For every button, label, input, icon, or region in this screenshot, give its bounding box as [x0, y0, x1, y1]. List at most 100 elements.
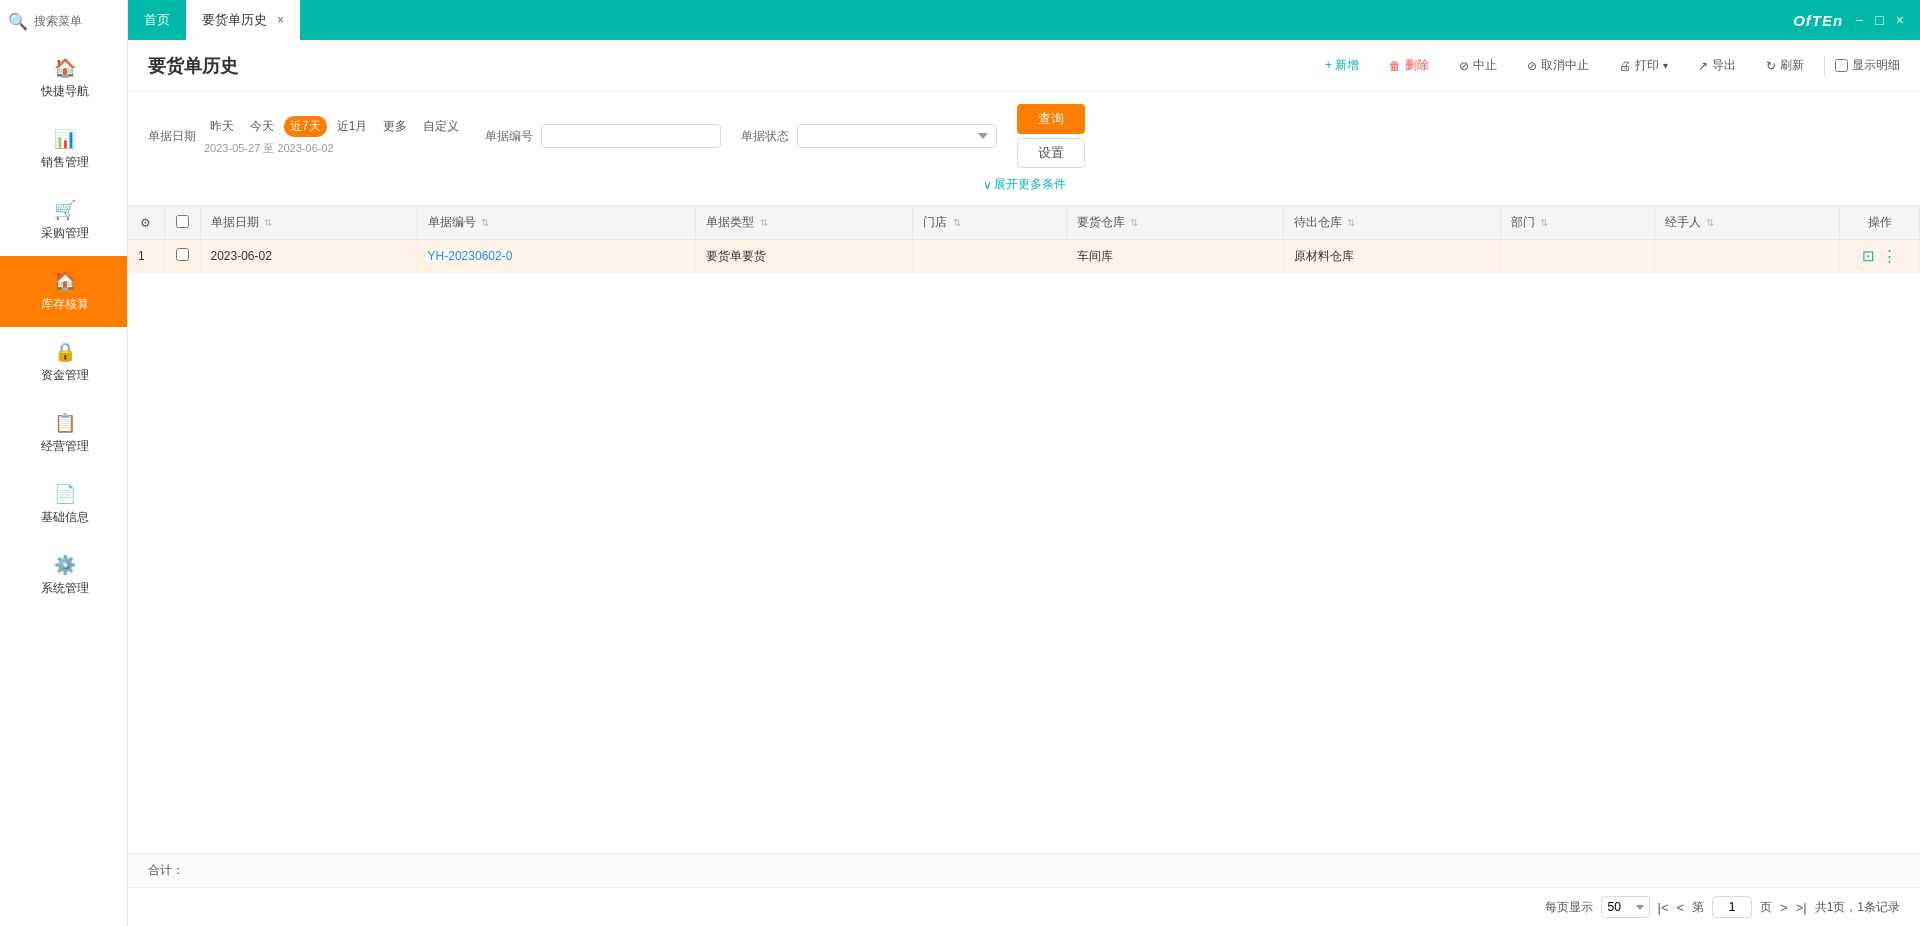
refresh-icon: ↻ — [1766, 59, 1776, 73]
maximize-icon[interactable]: □ — [1875, 12, 1883, 28]
sort-icon-type[interactable]: ⇅ — [760, 217, 768, 228]
last-page-icon[interactable]: >| — [1796, 900, 1807, 915]
sidebar-item-finance[interactable]: 🔒 资金管理 — [0, 327, 127, 398]
filter-row: 单据日期 昨天 今天 近7天 近1月 更多 自定义 2023-05-27 至 2… — [148, 104, 1900, 168]
th-department: 部门 ⇅ — [1500, 206, 1654, 240]
td-department — [1500, 240, 1654, 273]
sort-icon-pending-warehouse[interactable]: ⇅ — [1347, 217, 1355, 228]
show-detail-label: 显示明细 — [1852, 57, 1900, 74]
print-button[interactable]: 🖨 打印 ▾ — [1609, 52, 1678, 79]
tab-active[interactable]: 要货单历史 × — [186, 0, 300, 40]
sidebar-label-inventory: 库存核算 — [41, 296, 89, 313]
th-checkbox[interactable] — [164, 206, 200, 240]
tab-home-label: 首页 — [144, 11, 170, 29]
sort-icon-date[interactable]: ⇅ — [264, 217, 272, 228]
date-btn-today[interactable]: 今天 — [244, 116, 280, 137]
show-detail-checkbox[interactable] — [1835, 59, 1848, 72]
delete-button[interactable]: 🗑 删除 — [1379, 52, 1439, 79]
export-label: 导出 — [1712, 57, 1736, 74]
expand-button[interactable]: ∨ 展开更多条件 — [983, 176, 1066, 193]
sidebar-item-quick-nav[interactable]: 🏠 快捷导航 — [0, 43, 127, 114]
select-all-checkbox[interactable] — [176, 215, 189, 228]
tab-active-label: 要货单历史 — [202, 11, 267, 29]
th-pending-warehouse-label: 待出仓库 — [1294, 215, 1342, 229]
date-btn-yesterday[interactable]: 昨天 — [204, 116, 240, 137]
sort-icon-department[interactable]: ⇅ — [1540, 217, 1548, 228]
sort-icon-store[interactable]: ⇅ — [953, 217, 961, 228]
table-row[interactable]: 1 2023-06-02 YH-20230602-0 要货单要货 车间库 原材料… — [128, 240, 1920, 273]
sales-icon: 📊 — [54, 128, 76, 150]
new-button[interactable]: + 新增 — [1315, 52, 1369, 79]
filter-area: 单据日期 昨天 今天 近7天 近1月 更多 自定义 2023-05-27 至 2… — [128, 92, 1920, 206]
settings-button[interactable]: 设置 — [1017, 138, 1085, 168]
page-suffix: 页 — [1760, 899, 1772, 916]
topbar-right: OfTEn − □ × — [1793, 12, 1920, 29]
show-detail-wrapper: 显示明细 — [1835, 57, 1900, 74]
tab-close-icon[interactable]: × — [277, 13, 284, 27]
sidebar-search[interactable]: 🔍 搜索菜单 — [0, 0, 127, 43]
more-icon[interactable]: ⋮ — [1882, 247, 1897, 264]
sidebar-item-purchase[interactable]: 🛒 采购管理 — [0, 185, 127, 256]
summary-row: 合计： — [128, 853, 1920, 887]
date-btn-custom[interactable]: 自定义 — [417, 116, 465, 137]
th-department-label: 部门 — [1511, 215, 1535, 229]
sidebar-item-basic[interactable]: 📄 基础信息 — [0, 469, 127, 540]
export-button[interactable]: ↗ 导出 — [1688, 52, 1746, 79]
system-icon: ⚙️ — [54, 554, 76, 576]
sort-icon-req-warehouse[interactable]: ⇅ — [1130, 217, 1138, 228]
stop-button[interactable]: ⊘ 中止 — [1449, 52, 1507, 79]
page-size-select[interactable]: 50 10 20 100 — [1601, 896, 1650, 918]
doc-number-filter-group: 单据编号 — [485, 124, 721, 148]
td-checkbox[interactable] — [164, 240, 200, 273]
doc-number-input[interactable] — [541, 124, 721, 148]
sidebar-label-sales: 销售管理 — [41, 154, 89, 171]
tab-home[interactable]: 首页 — [128, 0, 186, 40]
sidebar-item-system[interactable]: ⚙️ 系统管理 — [0, 540, 127, 611]
date-btn-7days[interactable]: 近7天 — [284, 116, 327, 137]
th-store-label: 门店 — [923, 215, 947, 229]
sidebar-item-sales[interactable]: 📊 销售管理 — [0, 114, 127, 185]
sidebar-item-inventory[interactable]: 🏠 库存核算 — [0, 256, 127, 327]
th-operation-label: 操作 — [1868, 215, 1892, 229]
minimize-icon[interactable]: − — [1855, 12, 1863, 28]
sidebar-item-operation[interactable]: 📋 经营管理 — [0, 398, 127, 469]
first-page-icon[interactable]: |< — [1658, 900, 1669, 915]
cancel-stop-button[interactable]: ⊘ 取消中止 — [1517, 52, 1599, 79]
sort-icon-handler[interactable]: ⇅ — [1706, 217, 1714, 228]
th-operation: 操作 — [1840, 206, 1920, 240]
date-btn-more[interactable]: 更多 — [377, 116, 413, 137]
expand-chevron-icon: ∨ — [983, 178, 992, 192]
inventory-icon: 🏠 — [54, 270, 76, 292]
window-close-icon[interactable]: × — [1896, 12, 1904, 28]
delete-label: 删除 — [1405, 57, 1429, 74]
date-filter-buttons: 昨天 今天 近7天 近1月 更多 自定义 — [204, 116, 465, 137]
cancel-stop-label: 取消中止 — [1541, 57, 1589, 74]
refresh-button[interactable]: ↻ 刷新 — [1756, 52, 1814, 79]
td-handler — [1654, 240, 1839, 273]
table-body: 1 2023-06-02 YH-20230602-0 要货单要货 车间库 原材料… — [128, 240, 1920, 273]
sort-icon-number[interactable]: ⇅ — [481, 217, 489, 228]
status-select[interactable] — [797, 124, 997, 148]
total-info: 共1页，1条记录 — [1815, 899, 1900, 916]
purchase-icon: 🛒 — [54, 199, 76, 221]
next-page-icon[interactable]: > — [1780, 900, 1788, 915]
row-checkbox[interactable] — [176, 248, 189, 261]
sidebar-label-system: 系统管理 — [41, 580, 89, 597]
td-number: YH-20230602-0 — [417, 240, 696, 273]
stop-label: 中止 — [1473, 57, 1497, 74]
sidebar-label-quick-nav: 快捷导航 — [41, 83, 89, 100]
refresh-label: 刷新 — [1780, 57, 1804, 74]
th-type: 单据类型 ⇅ — [696, 206, 913, 240]
th-handler: 经手人 ⇅ — [1654, 206, 1839, 240]
prev-page-icon[interactable]: < — [1676, 900, 1684, 915]
topbar-brand: OfTEn — [1793, 12, 1843, 29]
page-number-input[interactable] — [1712, 896, 1752, 918]
topbar: 首页 要货单历史 × OfTEn − □ × — [128, 0, 1920, 40]
doc-number-link[interactable]: YH-20230602-0 — [428, 249, 513, 263]
date-btn-1month[interactable]: 近1月 — [331, 116, 374, 137]
status-label: 单据状态 — [741, 128, 789, 145]
edit-icon[interactable]: ⊡ — [1862, 247, 1875, 264]
th-settings[interactable]: ⚙ — [128, 206, 164, 240]
query-button[interactable]: 查询 — [1017, 104, 1085, 134]
page-title: 要货单历史 — [148, 54, 238, 78]
